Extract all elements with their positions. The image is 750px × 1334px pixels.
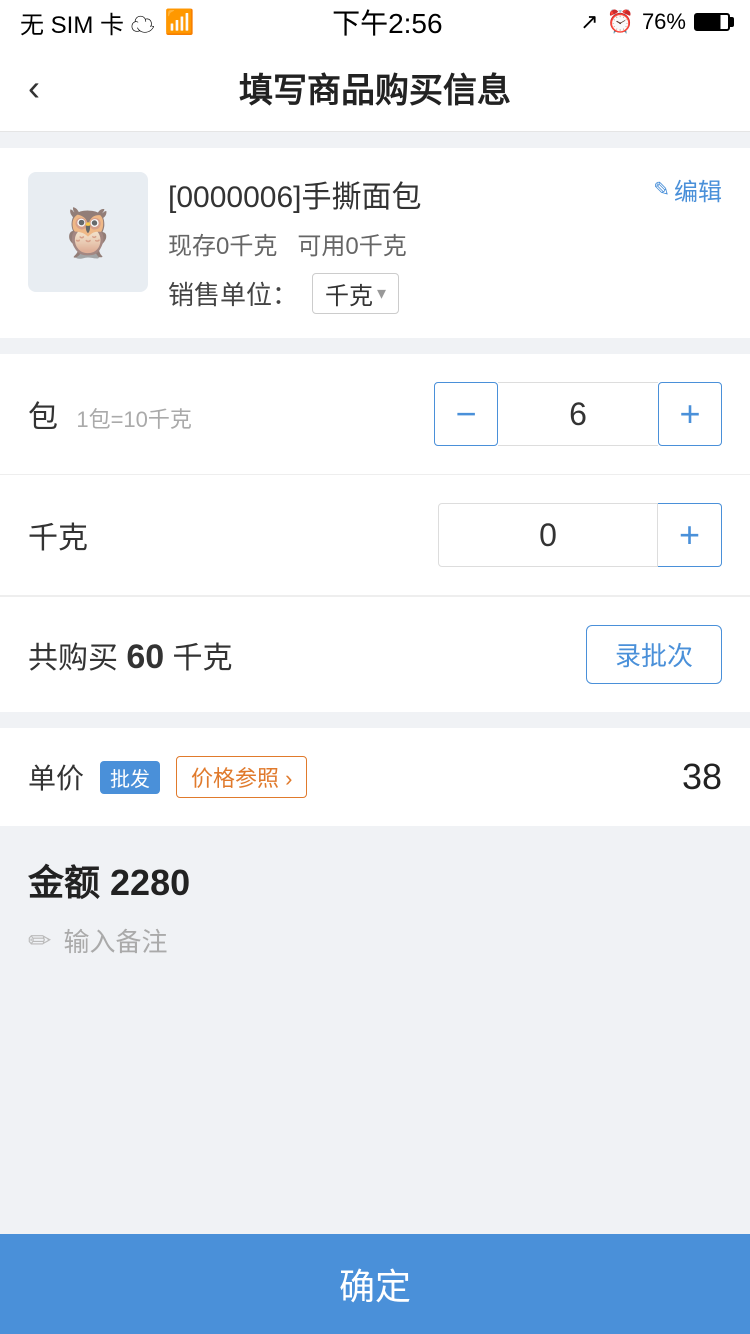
qty-section: 包 1包=10千克 − + 千克 + 共购买 60 千克 录批次 (0, 354, 750, 712)
total-amount: 60 (126, 638, 164, 676)
kg-label: 千克 (28, 513, 438, 557)
dropdown-arrow-icon: ▾ (377, 283, 386, 304)
product-info: [0000006]手撕面包 现存0千克 可用0千克 销售单位： 千克 ▾ (168, 172, 722, 314)
unit-value: 千克 (325, 276, 373, 311)
battery-percent: 76% (642, 9, 686, 35)
amount-value: 2280 (110, 862, 190, 903)
bao-input[interactable] (498, 382, 658, 446)
status-left: 无 SIM 卡 ☁ 📶 (20, 5, 195, 40)
page-title: 填写商品购买信息 (239, 63, 511, 112)
total-section: 共购买 60 千克 录批次 (0, 596, 750, 712)
amount-section: 金额 2280 ✏ 输入备注 (0, 826, 750, 979)
price-row: 单价 批发 价格参照 › 38 (28, 756, 722, 798)
amount-row: 金额 2280 (28, 854, 722, 906)
unit-label: 销售单位： (168, 275, 298, 312)
amount-label: 金额 (28, 862, 100, 903)
product-stock: 现存0千克 可用0千克 (168, 226, 722, 261)
kg-controls: + (438, 503, 722, 567)
status-time: 下午2:56 (332, 2, 443, 42)
product-image: 🦉 (28, 172, 148, 292)
wifi-icon: 📶 (165, 8, 195, 37)
bao-hint: 1包=10千克 (76, 407, 192, 432)
battery-icon (694, 13, 730, 31)
confirm-button[interactable]: 确定 (0, 1234, 750, 1334)
bao-minus-button[interactable]: − (434, 382, 498, 446)
stock-current: 现存0千克 (168, 233, 277, 260)
remark-row[interactable]: ✏ 输入备注 (28, 922, 722, 959)
total-prefix: 共购买 (28, 642, 118, 675)
status-bar: 无 SIM 卡 ☁ 📶 下午2:56 ↗ ⏰ 76% (0, 0, 750, 44)
kg-plus-button[interactable]: + (658, 503, 722, 567)
price-label: 单价 (28, 757, 84, 797)
nav-bar: ‹ 填写商品购买信息 (0, 44, 750, 132)
bao-plus-button[interactable]: + (658, 382, 722, 446)
price-section: 单价 批发 价格参照 › 38 (0, 728, 750, 826)
unit-selector[interactable]: 千克 ▾ (312, 273, 399, 314)
price-value: 38 (682, 756, 722, 798)
bao-row: 包 1包=10千克 − + (0, 354, 750, 475)
edit-button[interactable]: ✎ 编辑 (653, 172, 722, 207)
stock-available: 可用0千克 (297, 233, 406, 260)
price-ref-button[interactable]: 价格参照 › (176, 756, 307, 798)
edit-label: 编辑 (674, 172, 722, 207)
price-batch-tag: 批发 (100, 761, 160, 794)
kg-input[interactable] (438, 503, 658, 567)
remark-placeholder: 输入备注 (63, 922, 167, 959)
pencil-icon: ✏ (28, 924, 51, 957)
sim-label: 无 SIM 卡 ☁ (20, 5, 155, 40)
status-right: ↗ ⏰ 76% (580, 9, 730, 35)
product-section: 🦉 [0000006]手撕面包 现存0千克 可用0千克 销售单位： 千克 ▾ ✎… (0, 148, 750, 338)
alarm-icon: ⏰ (607, 9, 634, 35)
location-icon: ↗ (580, 9, 598, 35)
batch-button[interactable]: 录批次 (586, 625, 722, 684)
product-unit-row: 销售单位： 千克 ▾ (168, 273, 722, 314)
total-unit: 千克 (173, 642, 233, 675)
product-name: [0000006]手撕面包 (168, 172, 722, 216)
bao-controls: − + (434, 382, 722, 446)
product-logo: 🦉 (58, 204, 118, 261)
back-button[interactable]: ‹ (28, 67, 40, 109)
kg-row: 千克 + (0, 475, 750, 596)
total-text: 共购买 60 千克 (28, 633, 586, 677)
edit-icon: ✎ (653, 177, 670, 202)
bao-label: 包 1包=10千克 (28, 392, 434, 436)
